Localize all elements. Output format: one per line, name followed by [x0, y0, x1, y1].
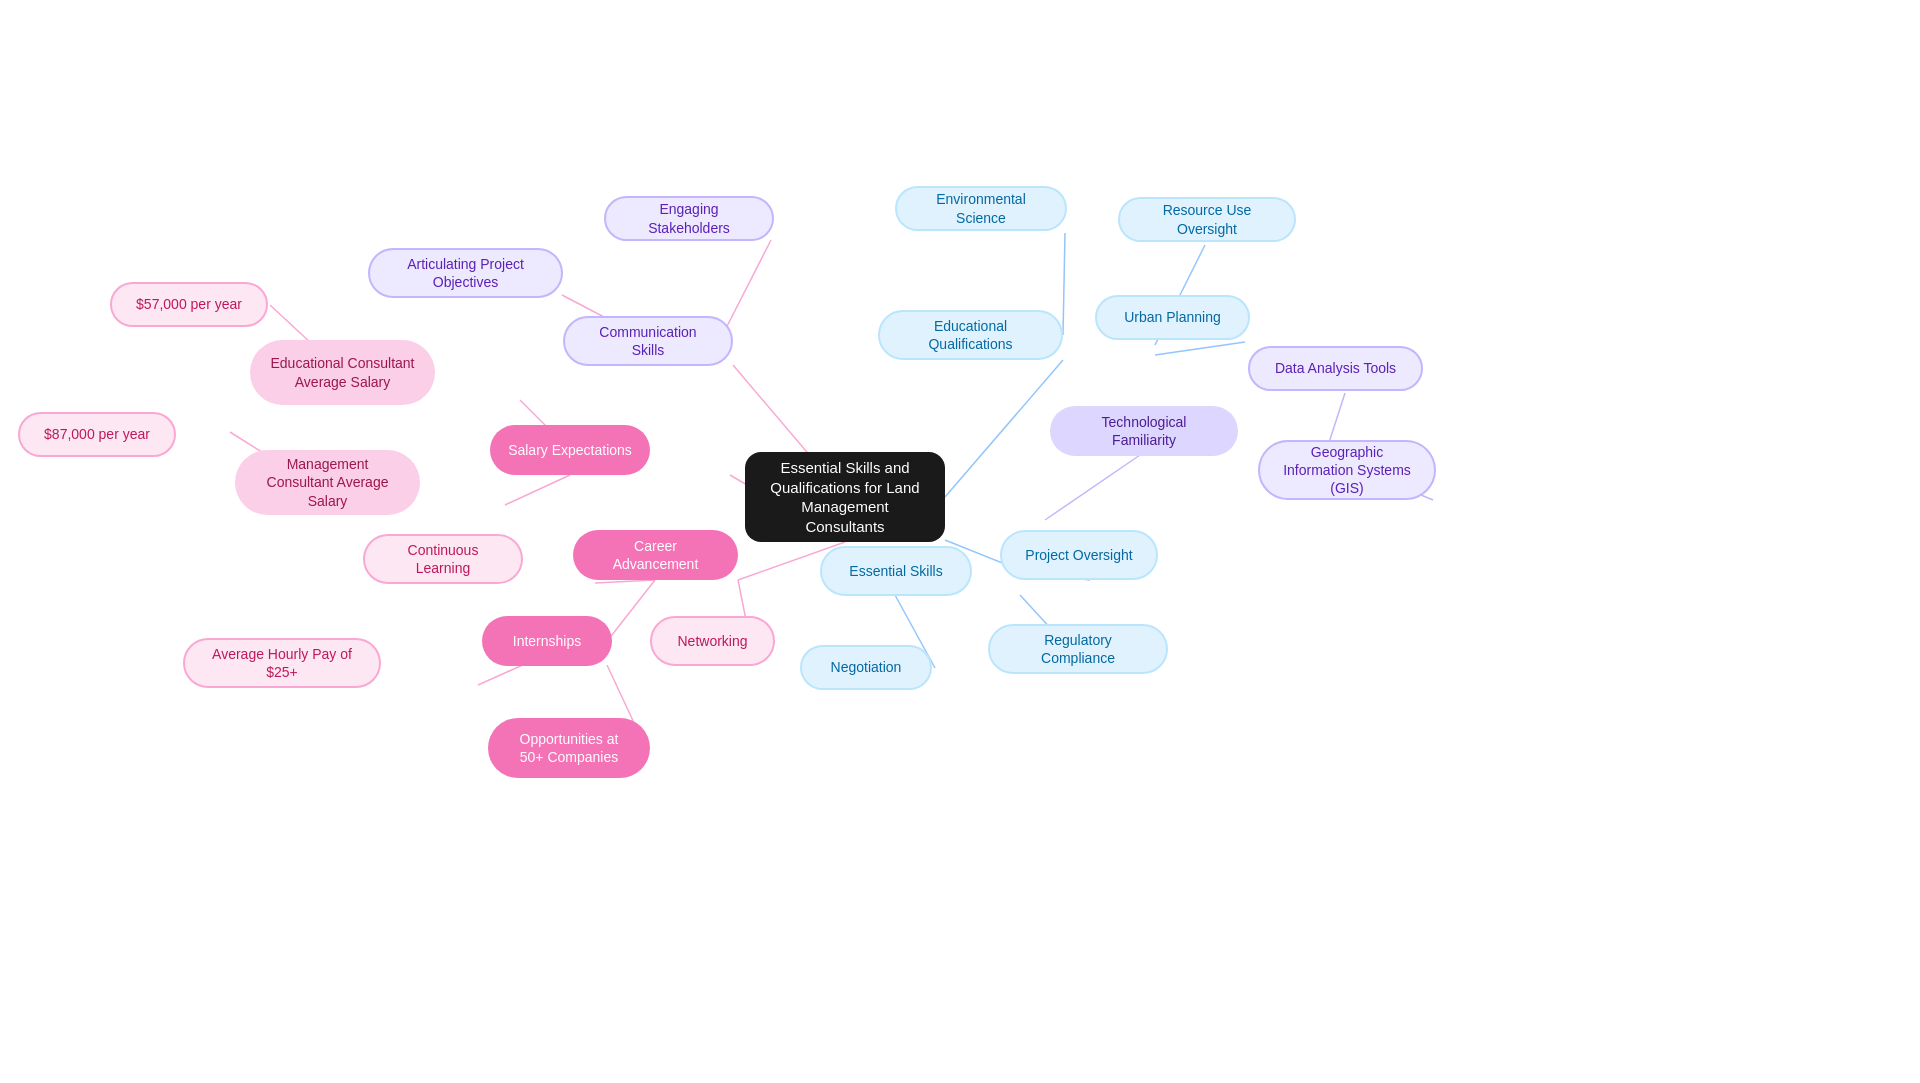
networking-node[interactable]: Networking — [650, 616, 775, 666]
center-node: Essential Skills and Qualifications for … — [745, 452, 945, 542]
articulating-project-node[interactable]: Articulating Project Objectives — [368, 248, 563, 298]
svg-line-14 — [945, 360, 1063, 497]
continuous-learning-node[interactable]: Continuous Learning — [363, 534, 523, 584]
svg-line-17 — [1155, 342, 1245, 355]
salary-57k-node[interactable]: $57,000 per year — [110, 282, 268, 327]
svg-line-15 — [1063, 233, 1065, 335]
environmental-science-node[interactable]: Environmental Science — [895, 186, 1067, 231]
project-oversight-node[interactable]: Project Oversight — [1000, 530, 1158, 580]
salary-expectations-node[interactable]: Salary Expectations — [490, 425, 650, 475]
svg-line-2 — [505, 475, 570, 505]
gis-node[interactable]: Geographic Information Systems (GIS) — [1258, 440, 1436, 500]
technological-familiarity-node[interactable]: Technological Familiarity — [1050, 406, 1238, 456]
svg-line-10 — [608, 580, 655, 640]
opportunities-node[interactable]: Opportunities at 50+ Companies — [488, 718, 650, 778]
regulatory-compliance-node[interactable]: Regulatory Compliance — [988, 624, 1168, 674]
educational-qualifications-node[interactable]: Educational Qualifications — [878, 310, 1063, 360]
educational-consultant-salary-node[interactable]: Educational Consultant Average Salary — [250, 340, 435, 405]
salary-87k-node[interactable]: $87,000 per year — [18, 412, 176, 457]
svg-line-18 — [1045, 455, 1140, 520]
data-analysis-node[interactable]: Data Analysis Tools — [1248, 346, 1423, 391]
resource-use-node[interactable]: Resource Use Oversight — [1118, 197, 1296, 242]
internships-node[interactable]: Internships — [482, 616, 612, 666]
engaging-stakeholders-node[interactable]: Engaging Stakeholders — [604, 196, 774, 241]
communication-skills-node[interactable]: Communication Skills — [563, 316, 733, 366]
negotiation-node[interactable]: Negotiation — [800, 645, 932, 690]
management-consultant-salary-node[interactable]: Management Consultant Average Salary — [235, 450, 420, 515]
svg-line-9 — [595, 580, 655, 583]
urban-planning-node[interactable]: Urban Planning — [1095, 295, 1250, 340]
career-advancement-node[interactable]: Career Advancement — [573, 530, 738, 580]
avg-hourly-node[interactable]: Average Hourly Pay of $25+ — [183, 638, 381, 688]
essential-skills-node[interactable]: Essential Skills — [820, 546, 972, 596]
